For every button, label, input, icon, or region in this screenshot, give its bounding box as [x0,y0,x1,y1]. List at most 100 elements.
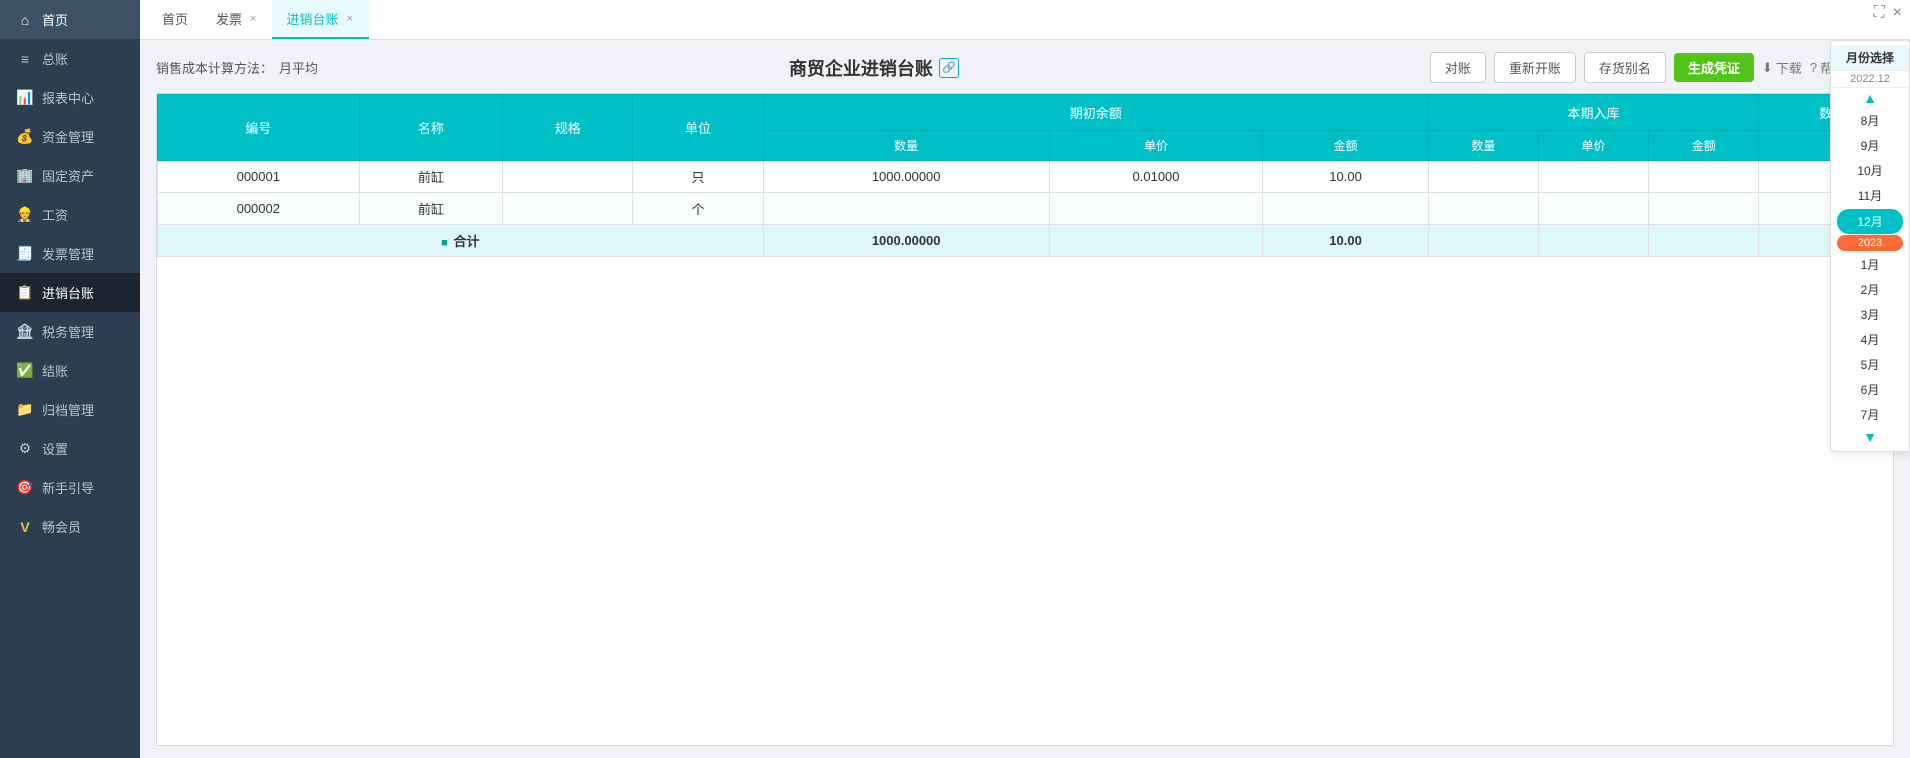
cunshu-button[interactable]: 存货别名 [1584,52,1666,83]
tab-purchase-sales-close[interactable]: × [344,13,354,25]
month-item-5[interactable]: 5月 [1831,352,1909,377]
download-icon: ⬇ [1762,60,1773,76]
cell-id-0: 000001 [158,161,360,193]
cell-ru-price-1 [1538,193,1648,225]
tax-icon: 🏦 [16,323,34,340]
chongxin-button[interactable]: 重新开账 [1494,52,1576,83]
cell-qi-amount-0: 10.00 [1263,161,1428,193]
sidebar-label-archive: 归档管理 [42,400,94,419]
sidebar-item-home[interactable]: ⌂ 首页 [0,0,140,39]
month-panel-title: 月份选择 [1831,45,1909,71]
tab-purchase-sales[interactable]: 进销台账 × [272,0,368,39]
tab-purchase-sales-label: 进销台账 [286,9,338,28]
total-icon: ■ [441,237,448,249]
tab-home-label: 首页 [162,9,188,28]
sidebar-label-home: 首页 [42,10,68,29]
sidebar-label-member: 畅会员 [42,517,81,536]
cell-ru-amount-0 [1649,161,1759,193]
table-row: 000001 前缸 只 1000.00000 0.01000 10.00 [158,161,1893,193]
report-icon: 📊 [16,89,34,106]
sidebar-item-assets[interactable]: 🏢 固定资产 [0,156,140,195]
sidebar-item-checkout[interactable]: ✅ 结账 [0,351,140,390]
sidebar-item-finance[interactable]: 💰 资金管理 [0,117,140,156]
sidebar-item-tax[interactable]: 🏦 税务管理 [0,312,140,351]
sidebar-item-guide[interactable]: 🎯 新手引导 [0,468,140,507]
page-title-text: 商贸企业进销台账 [789,55,933,81]
maximize-button[interactable]: ⛶ [1873,4,1884,22]
tab-home[interactable]: 首页 [148,0,202,39]
sidebar-item-report[interactable]: 📊 报表中心 [0,78,140,117]
total-row: ■ 合计 1000.00000 10.00 [158,225,1893,257]
sidebar-label-invoice-mgmt: 发票管理 [42,244,94,263]
table-row: 000002 前缸 个 [158,193,1893,225]
cell-spec-1 [503,193,633,225]
sidebar-label-salary: 工资 [42,205,68,224]
col-sub-ru-amount: 金额 [1649,131,1759,161]
col-sub-qi-price: 单价 [1049,131,1263,161]
sidebar-label-checkout: 结账 [42,361,68,380]
duizhang-button[interactable]: 对账 [1430,52,1486,83]
cell-unit-1: 个 [633,193,763,225]
month-item-12[interactable]: 12月 [1837,209,1903,234]
cell-qi-price-0: 0.01000 [1049,161,1263,193]
sidebar-label-purchase-sales: 进销台账 [42,283,94,302]
cell-qi-amount-1 [1263,193,1428,225]
sidebar-item-member[interactable]: V 畅会员 [0,507,140,546]
salary-icon: 👷 [16,206,34,223]
total-ru-price [1538,225,1648,257]
purchase-sales-icon: 📋 [16,284,34,301]
close-button[interactable]: × [1893,4,1902,22]
month-item-6[interactable]: 6月 [1831,377,1909,402]
month-item-9[interactable]: 9月 [1831,133,1909,158]
cell-ru-price-0 [1538,161,1648,193]
total-label: ■ 合计 [158,225,764,257]
month-item-10[interactable]: 10月 [1831,158,1909,183]
cell-id-1: 000002 [158,193,360,225]
total-qi-price [1049,225,1263,257]
ledger-icon: ≡ [16,51,34,67]
download-label: 下载 [1776,58,1802,77]
tab-invoice-close[interactable]: × [248,13,258,25]
content-area: 销售成本计算方法： 月平均 商贸企业进销台账 🔗 对账 重新开账 存货别名 生成… [140,40,1910,758]
sidebar-item-invoice-mgmt[interactable]: 🧾 发票管理 [0,234,140,273]
cell-name-1: 前缸 [359,193,503,225]
col-header-unit: 单位 [633,95,763,161]
cell-qi-price-1 [1049,193,1263,225]
download-button[interactable]: ⬇ 下载 [1762,58,1802,77]
action-buttons: 对账 重新开账 存货别名 生成凭证 ⬇ 下载 ? 帮助 ↻ 刷新 [1430,52,1894,83]
month-panel-year-2022: 2022.12 [1831,71,1909,88]
tab-invoice[interactable]: 发票 × [202,0,272,39]
cell-ru-qty-0 [1428,161,1538,193]
page-title: 商贸企业进销台账 🔗 [789,55,959,81]
title-link-icon[interactable]: 🔗 [939,58,959,78]
month-item-4[interactable]: 4月 [1831,327,1909,352]
sidebar-item-purchase-sales[interactable]: 📋 进销台账 [0,273,140,312]
sidebar-item-archive[interactable]: 📁 归档管理 [0,390,140,429]
cell-ru-qty-1 [1428,193,1538,225]
scroll-down-arrow[interactable]: ▼ [1831,427,1909,447]
settings-icon: ⚙ [16,440,34,457]
col-sub-ru-price: 单价 [1538,131,1648,161]
sidebar-label-finance: 资金管理 [42,127,94,146]
month-item-7[interactable]: 7月 [1831,402,1909,427]
sidebar-item-settings[interactable]: ⚙ 设置 [0,429,140,468]
sidebar-item-ledger[interactable]: ≡ 总账 [0,39,140,78]
month-item-3[interactable]: 3月 [1831,302,1909,327]
month-item-1[interactable]: 1月 [1831,252,1909,277]
month-item-2[interactable]: 2月 [1831,277,1909,302]
shengcheng-button[interactable]: 生成凭证 [1674,53,1754,82]
year-2023-badge: 2023 [1837,235,1903,251]
purchase-sales-table: 编号 名称 规格 单位 期初余额 本期入库 数 数量 单价 金额 数量 单价 [157,94,1893,257]
tab-bar: 首页 发票 × 进销台账 × [140,0,1910,40]
sidebar-label-report: 报表中心 [42,88,94,107]
total-qi-qty: 1000.00000 [763,225,1049,257]
scroll-up-arrow[interactable]: ▲ [1831,88,1909,108]
month-item-11[interactable]: 11月 [1831,183,1909,208]
sidebar-item-salary[interactable]: 👷 工资 [0,195,140,234]
member-icon: V [16,519,34,535]
guide-icon: 🎯 [16,479,34,496]
finance-icon: 💰 [16,128,34,145]
home-icon: ⌂ [16,12,34,28]
col-header-biaohao: 编号 [158,95,360,161]
month-item-8[interactable]: 8月 [1831,108,1909,133]
